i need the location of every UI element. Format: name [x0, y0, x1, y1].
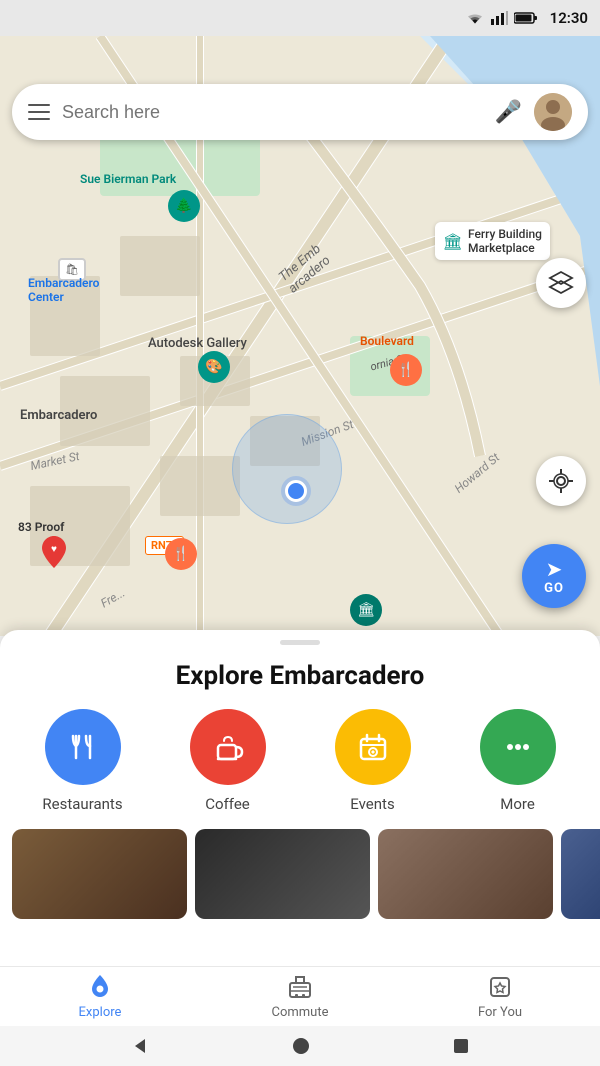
home-button[interactable]	[291, 1036, 311, 1056]
commute-nav-icon	[286, 973, 314, 1001]
events-label: Events	[350, 795, 394, 813]
current-location-dot	[285, 480, 307, 502]
back-button[interactable]	[130, 1036, 150, 1056]
recents-button[interactable]	[452, 1037, 470, 1055]
boulevard-label: Boulevard	[360, 334, 414, 348]
status-icons: 12:30	[466, 9, 588, 27]
coffee-category[interactable]: Coffee	[173, 709, 283, 813]
thumbnail-3[interactable]	[378, 829, 553, 919]
nav-for-you[interactable]: For You	[400, 973, 600, 1020]
nav-commute[interactable]: Commute	[200, 973, 400, 1020]
83-proof-label: 83 Proof	[18, 520, 64, 534]
back-icon	[130, 1036, 150, 1056]
thumbnail-1[interactable]	[12, 829, 187, 919]
commute-nav-label: Commute	[272, 1005, 329, 1020]
go-button[interactable]: ➤ GO	[522, 544, 586, 608]
autodesk-marker: 🎨	[198, 351, 230, 383]
boulevard-marker: 🍴	[390, 354, 422, 386]
restaurants-label: Restaurants	[42, 795, 122, 813]
bottom-navigation: Explore Commute For You	[0, 966, 600, 1066]
home-icon	[291, 1036, 311, 1056]
mic-icon[interactable]: 🎤	[495, 100, 522, 125]
ferry-building-label: Ferry BuildingMarketplace	[468, 227, 542, 255]
embarcadero-transit-label: Embarcadero	[20, 408, 97, 423]
coffee-label: Coffee	[205, 795, 249, 813]
more-icon	[498, 727, 538, 767]
svg-text:♥: ♥	[51, 544, 57, 555]
restaurants-circle	[45, 709, 121, 785]
menu-button[interactable]	[28, 104, 50, 120]
go-label: GO	[544, 581, 564, 596]
status-time: 12:30	[550, 9, 588, 27]
nav-bar: Explore Commute For You	[0, 966, 600, 1026]
more-category[interactable]: More	[463, 709, 573, 813]
android-nav-bar	[0, 1026, 600, 1066]
heart-pin-marker: ♥	[40, 534, 68, 574]
explore-nav-icon	[86, 973, 114, 1001]
status-bar: 12:30	[0, 0, 600, 36]
embarcadero-center-label: EmbarcaderoCenter	[28, 276, 99, 304]
signal-icon	[490, 11, 508, 25]
restaurants-category[interactable]: Restaurants	[28, 709, 138, 813]
location-button[interactable]	[536, 456, 586, 506]
more-label: More	[500, 795, 535, 813]
for-you-nav-label: For You	[478, 1005, 522, 1020]
restaurants-icon	[64, 728, 102, 766]
recents-icon	[452, 1037, 470, 1055]
user-avatar[interactable]	[534, 93, 572, 131]
coffee-icon	[208, 727, 248, 767]
avatar-image	[534, 93, 572, 131]
location-icon	[548, 468, 574, 494]
sheet-handle	[280, 640, 320, 645]
autodesk-gallery-label: Autodesk Gallery	[148, 336, 247, 351]
layer-button[interactable]	[536, 258, 586, 308]
category-row: Restaurants Coffee	[0, 709, 600, 829]
tower-marker: 🏛	[350, 594, 382, 626]
more-circle	[480, 709, 556, 785]
explore-title: Explore Embarcadero	[0, 651, 600, 709]
for-you-nav-icon	[486, 973, 514, 1001]
park-marker: 🌲	[168, 190, 200, 222]
events-icon	[353, 727, 393, 767]
coffee-circle	[190, 709, 266, 785]
rn74-marker: 🍴	[165, 538, 197, 570]
ferry-building-btn[interactable]: 🏛 Ferry BuildingMarketplace	[435, 222, 550, 260]
explore-nav-label: Explore	[79, 1005, 122, 1020]
thumbnails-row	[0, 829, 600, 919]
search-input[interactable]	[62, 102, 483, 123]
go-arrow-icon: ➤	[546, 557, 563, 581]
thumbnail-2[interactable]	[195, 829, 370, 919]
accuracy-ring	[232, 414, 342, 524]
battery-icon	[514, 11, 538, 25]
events-category[interactable]: Events	[318, 709, 428, 813]
sue-bierman-park-label: Sue Bierman Park	[80, 172, 176, 186]
events-circle	[335, 709, 411, 785]
search-bar[interactable]: 🎤	[12, 84, 588, 140]
layers-icon	[548, 270, 574, 296]
map-area[interactable]: Market St Mission St Howard St Fre... Th…	[0, 36, 600, 636]
wifi-icon	[466, 11, 484, 25]
thumbnail-4[interactable]	[561, 829, 600, 919]
nav-explore[interactable]: Explore	[0, 973, 200, 1020]
